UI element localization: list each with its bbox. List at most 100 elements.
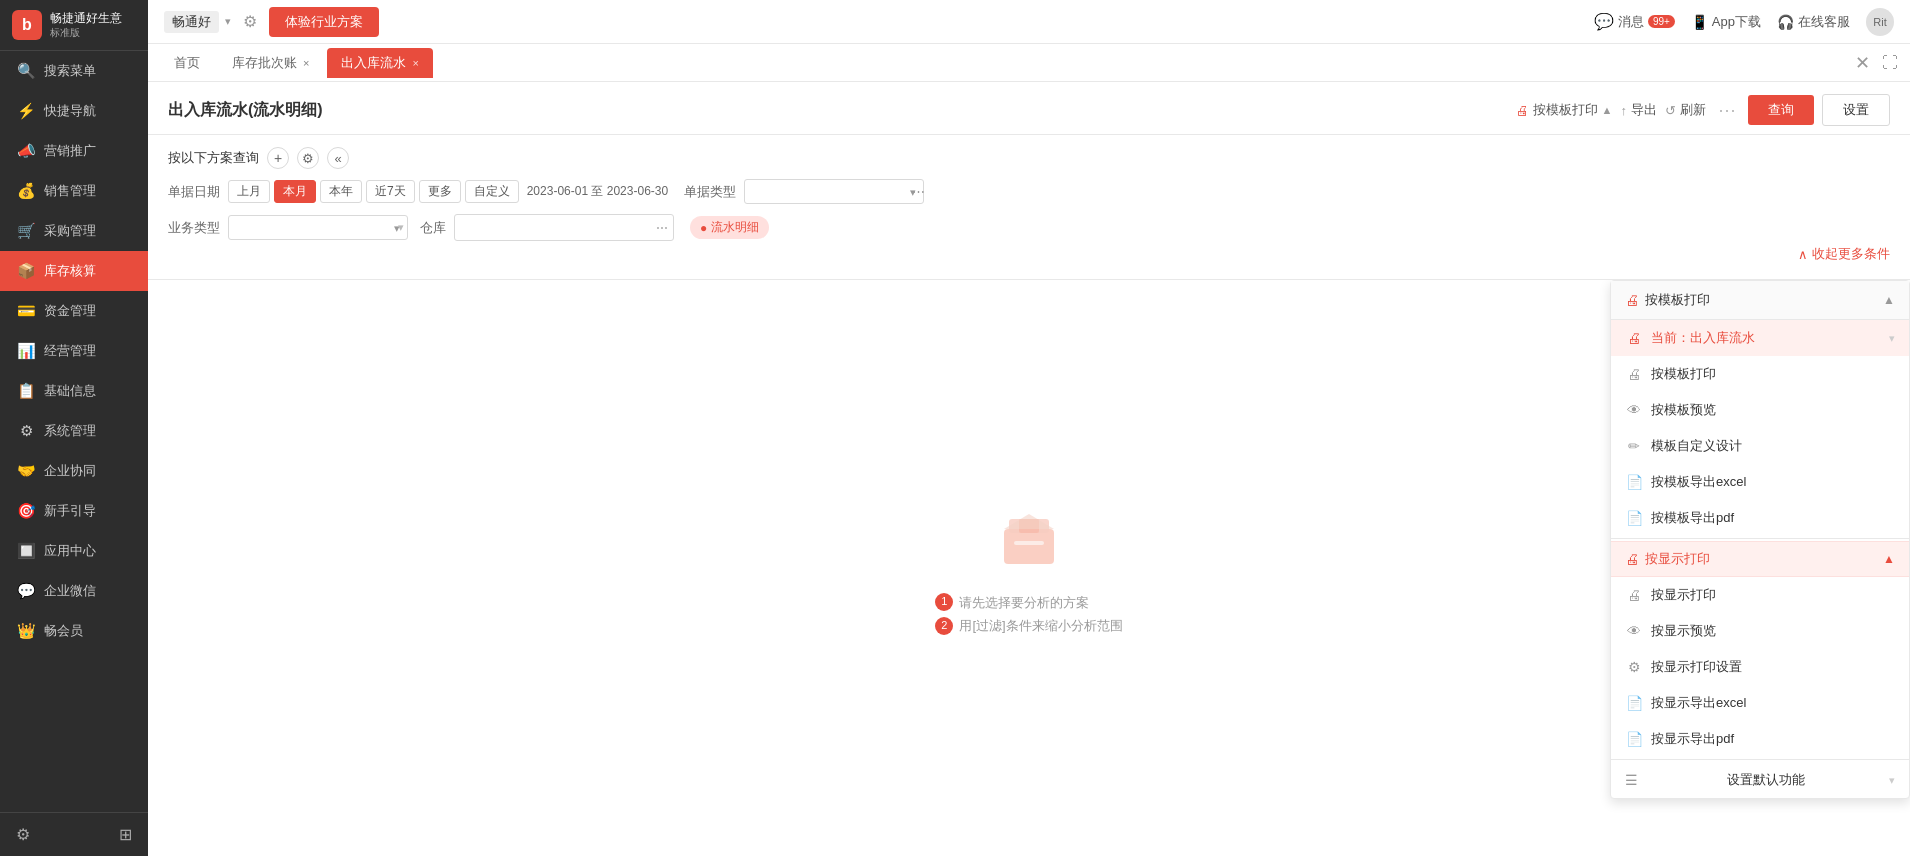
sidebar-item-finance[interactable]: 💳 资金管理 [0, 291, 148, 331]
message-button[interactable]: 💬 消息 99+ [1594, 12, 1675, 31]
tab-flow[interactable]: 出入库流水 × [327, 48, 432, 78]
purchase-icon: 🛒 [16, 222, 36, 240]
trial-button[interactable]: 体验行业方案 [269, 7, 379, 37]
dropdown-item-display-excel[interactable]: 📄 按显示导出excel [1611, 685, 1909, 721]
sidebar: b 畅捷通好生意 标准版 🔍 搜索菜单 ⚡ 快捷导航 📣 营销推广 💰 [0, 0, 148, 856]
online-service-button[interactable]: 🎧 在线客服 [1777, 13, 1850, 31]
sidebar-item-search[interactable]: 🔍 搜索菜单 [0, 51, 148, 91]
date-btn-this-month[interactable]: 本月 [274, 180, 316, 203]
sidebar-nav: 🔍 搜索菜单 ⚡ 快捷导航 📣 营销推广 💰 销售管理 🛒 采购管理 📦 [0, 51, 148, 812]
window-close-icon[interactable]: ✕ [1855, 52, 1870, 74]
doc-type-select[interactable] [744, 179, 924, 204]
step2-number: 2 [935, 617, 953, 635]
dropdown-item-template-custom[interactable]: ✏ 模板自定义设计 [1611, 428, 1909, 464]
settings-button[interactable]: 设置 [1822, 94, 1890, 126]
add-filter-icon[interactable]: + [267, 147, 289, 169]
date-filter-item: 单据日期 上月 本月 本年 近7天 更多 自定义 2023-06-01 至 20… [168, 180, 668, 203]
template-excel-icon: 📄 [1625, 474, 1643, 490]
dropdown-arrow-icon: ▾ [225, 15, 231, 28]
sidebar-item-guide[interactable]: 🎯 新手引导 [0, 491, 148, 531]
wechat-icon: 💬 [16, 582, 36, 600]
doc-type-more-icon[interactable]: ⋯ [912, 184, 925, 199]
app-title: 畅捷通好生意 标准版 [50, 11, 122, 40]
filter-settings-icon[interactable]: ⚙ [297, 147, 319, 169]
sidebar-item-system[interactable]: ⚙ 系统管理 [0, 411, 148, 451]
filter-collapse-arrow[interactable]: « [327, 147, 349, 169]
date-btn-last-month[interactable]: 上月 [228, 180, 270, 203]
tab-home[interactable]: 首页 [160, 48, 214, 78]
sidebar-item-app-center[interactable]: 🔲 应用中心 [0, 531, 148, 571]
print-template-button[interactable]: 🖨 按模板打印 ▲ [1516, 101, 1613, 119]
print-expand-icon: ▲ [1602, 104, 1613, 116]
query-button[interactable]: 查询 [1748, 95, 1814, 125]
guide-icon: 🎯 [16, 502, 36, 520]
collapse-filters-button[interactable]: ∧ 收起更多条件 [1798, 245, 1890, 263]
export-icon: ↑ [1621, 103, 1628, 118]
date-btn-this-year[interactable]: 本年 [320, 180, 362, 203]
content-area: 1 请先选择要分析的方案 2 用[过滤]条件来缩小分析范围 🖨 按模板打印 [148, 280, 1910, 856]
warehouse-input[interactable] [454, 214, 674, 241]
app-download-button[interactable]: 📱 App下载 [1691, 13, 1761, 31]
sidebar-item-wechat[interactable]: 💬 企业微信 [0, 571, 148, 611]
sidebar-item-operations[interactable]: 📊 经营管理 [0, 331, 148, 371]
message-icon: 💬 [1594, 12, 1614, 31]
user-avatar[interactable]: Rit [1866, 8, 1894, 36]
warehouse-more-icon[interactable]: ⋯ [656, 221, 668, 235]
dropdown-divider-2 [1611, 759, 1909, 760]
business-type-select-wrap [228, 215, 408, 240]
sidebar-item-marketing[interactable]: 📣 营销推广 [0, 131, 148, 171]
display-section-collapse[interactable]: ▲ [1883, 552, 1895, 566]
sidebar-header: b 畅捷通好生意 标准版 [0, 0, 148, 51]
export-button[interactable]: ↑ 导出 [1621, 101, 1658, 119]
search-nav-icon: 🔍 [16, 62, 36, 80]
sidebar-item-inventory[interactable]: 📦 库存核算 [0, 251, 148, 291]
empty-step-1: 1 请先选择要分析的方案 [935, 591, 1122, 614]
filter-label: 按以下方案查询 + ⚙ « [168, 147, 1890, 169]
settings-footer-icon[interactable]: ⚙ [16, 825, 30, 844]
sidebar-item-member[interactable]: 👑 畅会员 [0, 611, 148, 651]
tab-batch[interactable]: 库存批次账 × [218, 48, 323, 78]
business-type-filter: 业务类型 ▾ [168, 215, 404, 240]
sidebar-item-basic[interactable]: 📋 基础信息 [0, 371, 148, 411]
dropdown-item-display-print[interactable]: 🖨 按显示打印 [1611, 577, 1909, 613]
date-btn-more[interactable]: 更多 [419, 180, 461, 203]
date-btn-custom[interactable]: 自定义 [465, 180, 519, 203]
dropdown-collapse-icon[interactable]: ▲ [1883, 293, 1895, 307]
svg-rect-3 [1014, 541, 1044, 545]
page-header: 出入库流水(流水明细) 🖨 按模板打印 ▲ ↑ 导出 ↺ 刷新 ⋯ 查询 设置 [148, 82, 1910, 135]
dropdown-item-display-preview[interactable]: 👁 按显示预览 [1611, 613, 1909, 649]
page-toolbar: 🖨 按模板打印 ▲ ↑ 导出 ↺ 刷新 ⋯ 查询 设置 [1516, 94, 1890, 126]
settings-topbar-icon[interactable]: ⚙ [243, 12, 257, 31]
user-dropdown[interactable]: 畅通好 ▾ [164, 11, 231, 33]
message-badge: 99+ [1648, 15, 1675, 28]
dropdown-item-template-print[interactable]: 🖨 按模板打印 [1611, 356, 1909, 392]
dropdown-item-template-pdf[interactable]: 📄 按模板导出pdf [1611, 500, 1909, 536]
display-print-icon-header: 🖨 [1625, 551, 1639, 567]
empty-steps-container: 1 请先选择要分析的方案 2 用[过滤]条件来缩小分析范围 [935, 591, 1122, 638]
dropdown-item-template-preview[interactable]: 👁 按模板预览 [1611, 392, 1909, 428]
active-filter-tag[interactable]: ● 流水明细 [690, 216, 769, 239]
dropdown-current-item[interactable]: 🖨 当前：出入库流水 ▾ [1611, 320, 1909, 356]
page-title: 出入库流水(流水明细) [168, 100, 323, 121]
maximize-icon[interactable]: ⛶ [1882, 54, 1898, 72]
sidebar-item-sales[interactable]: 💰 销售管理 [0, 171, 148, 211]
more-options-icon[interactable]: ⋯ [1718, 99, 1736, 121]
collapse-sidebar-icon[interactable]: ⊞ [119, 825, 132, 844]
sidebar-item-purchase[interactable]: 🛒 采购管理 [0, 211, 148, 251]
print-template-dropdown: 🖨 按模板打印 ▲ 🖨 当前：出入库流水 ▾ 🖨 按模板打印 [1610, 280, 1910, 799]
business-type-select[interactable] [228, 215, 408, 240]
date-btn-7days[interactable]: 近7天 [366, 180, 415, 203]
sidebar-item-quick-nav[interactable]: ⚡ 快捷导航 [0, 91, 148, 131]
main-content: 畅通好 ▾ ⚙ 体验行业方案 💬 消息 99+ 📱 App下载 🎧 [148, 0, 1910, 856]
dropdown-footer-item[interactable]: ☰ 设置默认功能 ▾ [1611, 762, 1909, 798]
dropdown-item-template-excel[interactable]: 📄 按模板导出excel [1611, 464, 1909, 500]
dropdown-item-display-settings[interactable]: ⚙ 按显示打印设置 [1611, 649, 1909, 685]
dropdown-item-display-pdf[interactable]: 📄 按显示导出pdf [1611, 721, 1909, 757]
tab-batch-close[interactable]: × [303, 57, 309, 69]
filter-tag-icon: ● [700, 221, 707, 235]
tab-flow-close[interactable]: × [412, 57, 418, 69]
footer-arrow: ▾ [1889, 774, 1895, 787]
refresh-button[interactable]: ↺ 刷新 [1665, 101, 1706, 119]
sidebar-item-cooperation[interactable]: 🤝 企业协同 [0, 451, 148, 491]
dropdown-title: 🖨 按模板打印 [1625, 291, 1710, 309]
